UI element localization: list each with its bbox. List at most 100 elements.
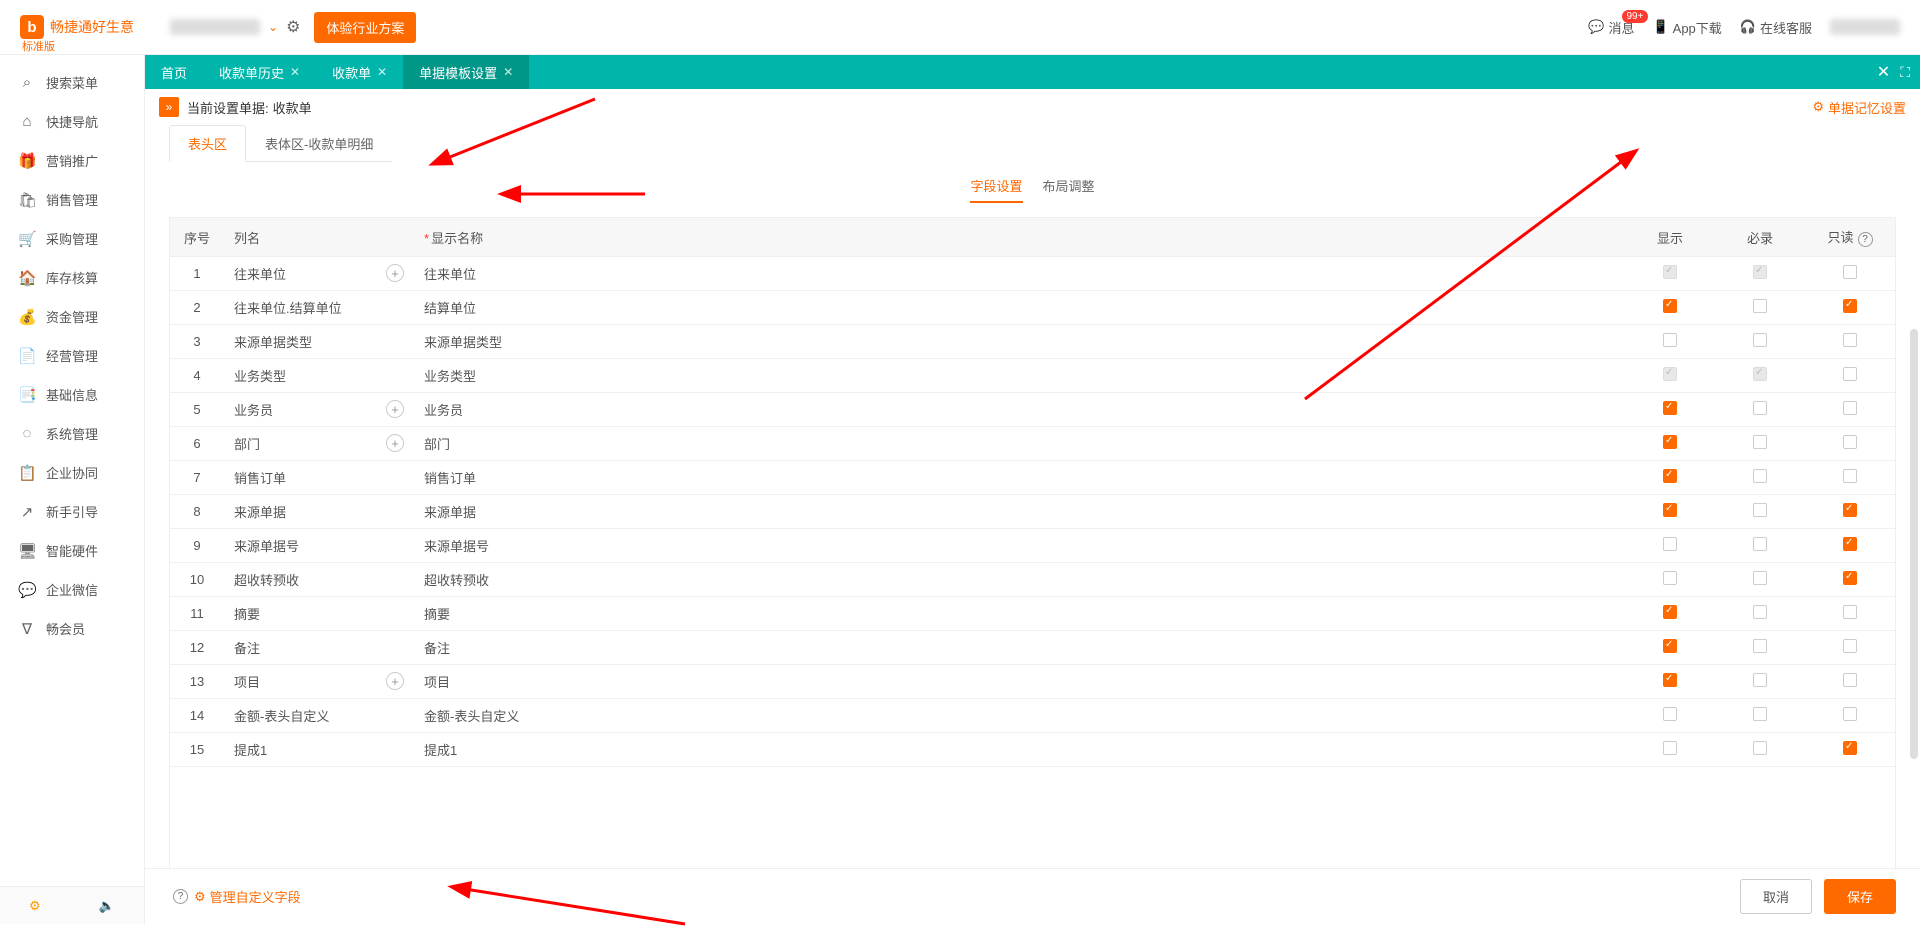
cell-display[interactable]: 来源单据类型 [414,325,1625,359]
checkbox[interactable] [1753,639,1767,653]
cell-display[interactable]: 来源单据号 [414,529,1625,563]
cell-display[interactable]: 结算单位 [414,291,1625,325]
sidebar-item[interactable]: 🏠库存核算 [0,258,144,297]
sidebar-item[interactable]: 🛒采购管理 [0,219,144,258]
checkbox[interactable] [1753,605,1767,619]
footer-help-icon[interactable]: ? [173,889,188,904]
checkbox[interactable] [1663,639,1677,653]
checkbox[interactable] [1663,741,1677,755]
cell-display[interactable]: 销售订单 [414,461,1625,495]
page-tab[interactable]: 单据模板设置✕ [403,55,529,89]
fullscreen-icon[interactable]: ⛶ [1900,64,1910,81]
checkbox[interactable] [1753,401,1767,415]
settings-footer-icon[interactable]: ⚙ [29,898,41,914]
checkbox[interactable] [1753,537,1767,551]
checkbox[interactable] [1843,639,1857,653]
checkbox[interactable] [1663,537,1677,551]
checkbox[interactable] [1753,503,1767,517]
checkbox[interactable] [1843,299,1857,313]
page-tab[interactable]: 收款单历史✕ [203,55,316,89]
sidebar-item[interactable]: ⌕搜索菜单 [0,63,144,102]
cell-display[interactable]: 往来单位 [414,257,1625,291]
memory-settings-link[interactable]: ⚙ 单据记忆设置 [1812,98,1906,117]
checkbox[interactable] [1753,571,1767,585]
checkbox[interactable] [1843,673,1857,687]
cancel-button[interactable]: 取消 [1740,879,1812,914]
sidebar-item[interactable]: ↗新手引导 [0,492,144,531]
checkbox[interactable] [1843,707,1857,721]
cell-display[interactable]: 提成1 [414,733,1625,767]
sidebar-item[interactable]: 📑基础信息 [0,375,144,414]
checkbox[interactable] [1663,605,1677,619]
mid-tab[interactable]: 字段设置 [970,176,1022,203]
sidebar-item[interactable]: ⌂快捷导航 [0,102,144,141]
cell-display[interactable]: 备注 [414,631,1625,665]
area-tab[interactable]: 表头区 [169,125,246,162]
cell-display[interactable]: 金额-表头自定义 [414,699,1625,733]
add-icon[interactable]: + [386,264,404,282]
sound-footer-icon[interactable]: 🔈 [99,898,115,914]
mid-tab[interactable]: 布局调整 [1043,176,1095,203]
checkbox[interactable] [1663,401,1677,415]
collapse-icon[interactable]: » [159,97,179,117]
user-name-blurred[interactable] [1830,19,1900,35]
add-icon[interactable]: + [386,400,404,418]
close-all-tabs-icon[interactable]: ✕ [1877,62,1890,82]
checkbox[interactable] [1843,435,1857,449]
save-button[interactable]: 保存 [1824,879,1896,914]
cell-display[interactable]: 业务类型 [414,359,1625,393]
checkbox[interactable] [1843,469,1857,483]
cell-display[interactable]: 部门 [414,427,1625,461]
checkbox[interactable] [1753,673,1767,687]
area-tab[interactable]: 表体区-收款单明细 [246,125,392,161]
checkbox[interactable] [1663,707,1677,721]
sidebar-item[interactable]: 🎁营销推广 [0,141,144,180]
sidebar-item[interactable]: 💰资金管理 [0,297,144,336]
sidebar-item[interactable]: 📋企业协同 [0,453,144,492]
checkbox[interactable] [1843,265,1857,279]
checkbox[interactable] [1663,333,1677,347]
checkbox[interactable] [1663,299,1677,313]
online-service-link[interactable]: 🎧 在线客服 [1740,18,1812,37]
settings-icon[interactable]: ⚙ [286,17,300,37]
checkbox[interactable] [1663,571,1677,585]
checkbox[interactable] [1753,741,1767,755]
try-industry-button[interactable]: 体验行业方案 [314,12,416,43]
checkbox[interactable] [1753,435,1767,449]
help-icon[interactable]: ? [1858,232,1873,247]
checkbox[interactable] [1663,673,1677,687]
checkbox[interactable] [1843,333,1857,347]
cell-display[interactable]: 项目 [414,665,1625,699]
checkbox[interactable] [1663,503,1677,517]
sidebar-item[interactable]: 📄经营管理 [0,336,144,375]
company-selector[interactable]: ⌄ [170,19,278,35]
messages-link[interactable]: 💬 消息 99+ [1588,18,1634,37]
checkbox[interactable] [1843,537,1857,551]
page-tab[interactable]: 首页 [145,55,203,89]
sidebar-item[interactable]: 💬企业微信 [0,570,144,609]
checkbox[interactable] [1843,605,1857,619]
checkbox[interactable] [1753,469,1767,483]
sidebar-item[interactable]: ◌系统管理 [0,414,144,453]
cell-display[interactable]: 摘要 [414,597,1625,631]
checkbox[interactable] [1753,299,1767,313]
cell-display[interactable]: 超收转预收 [414,563,1625,597]
close-icon[interactable]: ✕ [290,65,300,79]
add-icon[interactable]: + [386,434,404,452]
close-icon[interactable]: ✕ [377,65,387,79]
cell-display[interactable]: 业务员 [414,393,1625,427]
sidebar-item[interactable]: 🛍销售管理 [0,180,144,219]
cell-display[interactable]: 来源单据 [414,495,1625,529]
manage-custom-fields-link[interactable]: ⚙ 管理自定义字段 [194,887,301,906]
checkbox[interactable] [1753,333,1767,347]
app-download-link[interactable]: 📱 App下载 [1652,18,1721,37]
add-icon[interactable]: + [386,672,404,690]
checkbox[interactable] [1843,401,1857,415]
checkbox[interactable] [1843,503,1857,517]
checkbox[interactable] [1843,367,1857,381]
scrollbar[interactable] [1910,329,1918,759]
checkbox[interactable] [1753,707,1767,721]
page-tab[interactable]: 收款单✕ [316,55,403,89]
checkbox[interactable] [1663,435,1677,449]
checkbox[interactable] [1843,741,1857,755]
